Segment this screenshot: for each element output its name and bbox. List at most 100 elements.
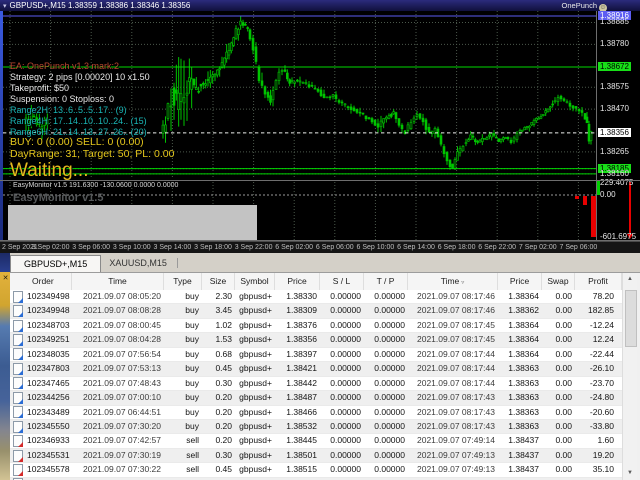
cell-tp: 0.00000 [374,392,405,403]
history-table-body: 102349498 2021.09.07 08:05:20 buy 2.30 gbpus… [10,290,622,480]
cell-tp: 0.00000 [374,334,405,345]
scroll-up-button[interactable]: ▲ [624,273,636,286]
buy-order-icon [13,377,23,390]
cell-price: 1.38330 [286,291,317,301]
cell-profit: -26.10 [589,363,614,374]
cell-size: 0.20 [215,435,232,446]
chart-subwindow-divider[interactable] [0,180,640,181]
desktop-background-strip [0,272,10,480]
cell-sl: 0.00000 [330,377,361,388]
cell-close-time: 2021.09.07 08:17:43 [417,392,495,403]
cell-profit: -22.44 [589,348,614,359]
table-row[interactable]: 102348035 2021.09.07 07:56:54 buy 0.68 gbpus… [10,348,622,363]
table-row[interactable]: 102343489 2021.09.07 06:44:51 buy 0.20 gbpus… [10,406,622,420]
cell-type: buy [185,420,199,431]
cell-type: buy [185,348,199,359]
column-header-type2[interactable]: Type [164,273,202,290]
table-row[interactable]: 102349498 2021.09.07 08:05:20 buy 2.30 gbpus… [10,290,622,305]
cell-price: 1.38515 [286,464,317,475]
chart-window-title: GBPUSD+,M15 1.38359 1.38386 1.38346 1.38… [9,1,191,10]
cell-order: 102345531 [27,449,70,460]
time-axis-label: 6 Sep 22:00 [478,244,517,251]
cell-sl: 0.00000 [330,305,361,316]
time-axis-label: 6 Sep 14:00 [397,244,435,251]
cell-order: 102345578 [27,464,70,475]
table-row[interactable]: 102348703 2021.09.07 08:00:45 buy 1.02 gbpus… [10,319,622,334]
cell-order: 102344256 [27,392,70,403]
scale-price-label: 1.38885 [600,17,629,27]
sell-order-icon [13,435,23,448]
column-header-tp7[interactable]: T / P [364,273,408,290]
column-header-time1[interactable]: Time [72,273,164,290]
cell-close-time: 2021.09.07 08:17:45 [417,319,495,330]
buy-order-icon [13,391,23,404]
cell-open-time: 2021.09.07 07:42:57 [83,435,161,446]
mt4-terminal: ▾ GBPUSD+,M15 1.38359 1.38386 1.38346 1.3… [0,0,640,480]
cell-swap: 0.00 [555,334,572,345]
cell-size: 1.53 [215,334,232,345]
tab-separator [177,258,179,268]
cell-open-time: 2021.09.07 08:08:28 [83,305,161,316]
chart-tab-gbpusd-m15[interactable]: GBPUSD+,M15 [10,255,102,272]
cell-close-price: 1.38364 [508,334,539,345]
table-row[interactable]: 102345578 2021.09.07 07:30:22 sell 0.45 gbpu… [10,463,622,478]
column-header-price9[interactable]: Price [498,273,542,290]
scale-price-label: 1.38470 [600,104,629,114]
cell-order: 102348035 [27,348,70,359]
scroll-thumb[interactable] [625,290,637,347]
cell-swap: 0.00 [555,435,572,446]
chart-window-titlebar[interactable]: ▾ GBPUSD+,M15 1.38359 1.38386 1.38346 1.3… [0,0,640,11]
table-row[interactable]: 102345550 2021.09.07 07:30:20 buy 0.20 gbpus… [10,419,622,435]
table-scrollbar[interactable]: ▲ ▼ [622,273,637,480]
time-axis-label: 6 Sep 02:00 [275,244,314,251]
buy-order-icon [13,305,23,318]
cell-symbol: gbpusd+ [239,319,272,330]
cell-close-time: 2021.09.07 07:49:13 [417,464,495,475]
cell-order: 102347465 [27,377,70,388]
table-row[interactable]: 102347465 2021.09.07 07:48:43 buy 0.30 gbpus… [10,377,622,392]
table-row[interactable]: 102349948 2021.09.07 08:08:28 buy 3.45 gbpus… [10,304,622,319]
cell-open-time: 2021.09.07 07:53:13 [83,363,161,374]
cell-symbol: gbpusd+ [239,435,272,446]
cell-profit: -33.80 [589,420,614,431]
cell-size: 0.45 [215,363,232,374]
cell-symbol: gbpusd+ [239,392,272,403]
cell-sl: 0.00000 [330,392,361,403]
cell-close-price: 1.38437 [508,449,539,460]
scale-price-label: 0.00 [600,190,616,199]
column-header-symbol4[interactable]: Symbol [235,273,275,290]
chart-menu-icon[interactable]: ▾ [3,3,7,10]
column-header-profit11[interactable]: Profit [575,273,622,290]
scale-price-label: 1.38160 [600,168,629,178]
scroll-down-button[interactable]: ▼ [624,467,636,480]
cell-open-time: 2021.09.07 08:00:45 [83,319,161,330]
cell-close-time: 2021.09.07 08:17:44 [417,348,495,359]
cell-close-time: 2021.09.07 08:17:45 [417,334,495,345]
cell-open-time: 2021.09.07 07:30:22 [83,464,161,475]
cell-profit: 12.24 [592,334,614,345]
chart-tab-xauusd-m15[interactable]: XAUUSD,M15 [96,255,180,271]
table-row[interactable]: 102344256 2021.09.07 07:00:10 buy 0.20 gbpus… [10,391,622,406]
cell-type: buy [185,392,199,403]
cell-tp: 0.00000 [374,348,405,359]
cell-profit: -23.70 [589,377,614,388]
column-header-time8[interactable]: Time ▿ [408,273,498,290]
cell-sl: 0.00000 [330,291,361,301]
column-header-price5[interactable]: Price [275,273,320,290]
cell-close-time: 2021.09.07 07:49:13 [417,449,495,460]
column-header-order0[interactable]: Order [10,273,72,290]
table-row[interactable]: 102346933 2021.09.07 07:42:57 sell 0.20 gbpu… [10,434,622,449]
cell-type: buy [185,363,199,374]
table-row[interactable]: 102347803 2021.09.07 07:53:13 buy 0.45 gbpus… [10,362,622,377]
column-header-sl6[interactable]: S / L [320,273,364,290]
time-axis-label: 3 Sep 02:00 [31,244,70,251]
column-header-swap10[interactable]: Swap [542,273,575,290]
price-scale[interactable]: 1.38916 1.38885 1.38780 1.38672 1.38575 1.384… [597,0,640,253]
cell-open-time: 2021.09.07 06:44:51 [83,406,161,417]
table-row[interactable]: 102345531 2021.09.07 07:30:19 sell 0.30 gbpu… [10,448,622,464]
table-row[interactable]: 102349251 2021.09.07 08:04:28 buy 1.53 gbpus… [10,333,622,348]
column-header-size3[interactable]: Size [202,273,235,290]
toolbox-close-icon[interactable]: ✕ [1,274,10,283]
cell-close-price: 1.38364 [508,319,539,330]
cell-profit: 35.10 [592,464,614,475]
